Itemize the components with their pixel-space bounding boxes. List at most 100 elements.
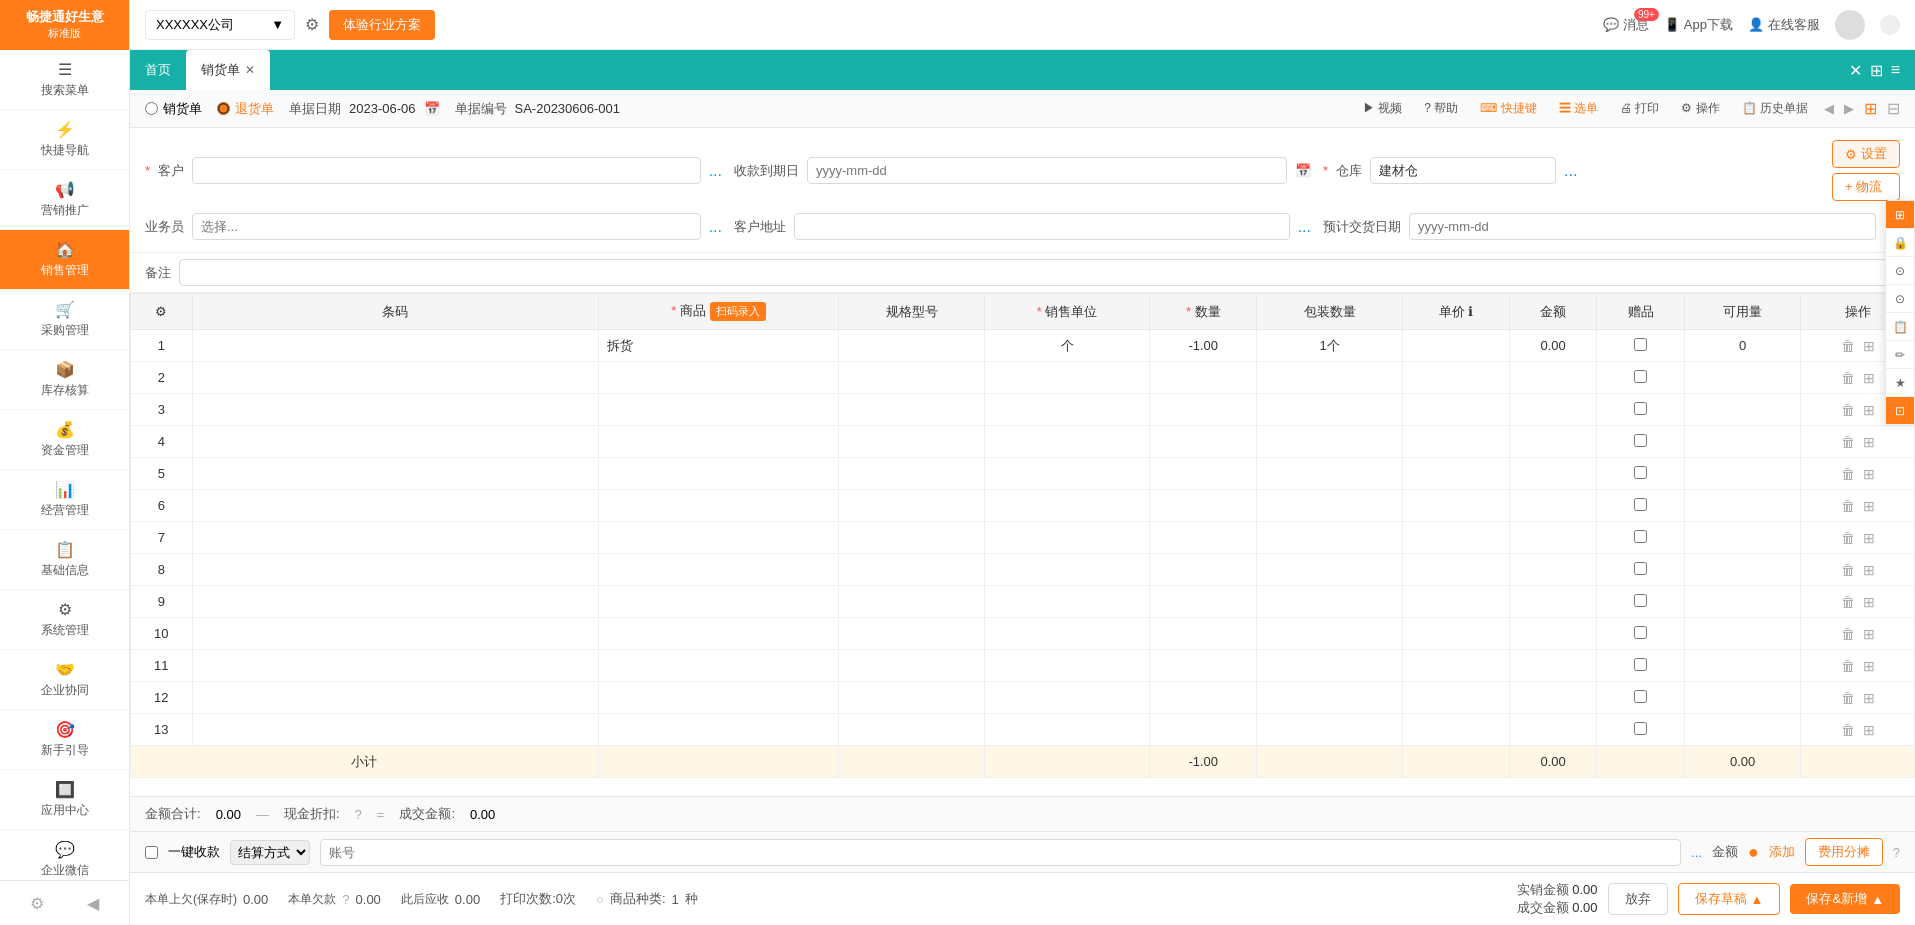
row-unit-price[interactable]	[1403, 618, 1510, 650]
row-quantity[interactable]	[1150, 426, 1257, 458]
salesperson-ellipsis-btn[interactable]: ...	[709, 218, 722, 236]
sidebar-item-快捷导航[interactable]: ⚡快捷导航	[0, 110, 129, 170]
close-tab-icon[interactable]: ✕	[245, 63, 255, 77]
copy-row-icon[interactable]: ⊞	[1863, 562, 1875, 578]
save-draft-button[interactable]: 保存草稿 ▲	[1678, 883, 1781, 915]
shortcut-btn[interactable]: ⌨ 快捷键	[1474, 98, 1542, 119]
list-view-btn-icon[interactable]: ⊟	[1887, 99, 1900, 118]
row-unit-price[interactable]	[1403, 554, 1510, 586]
row-gift[interactable]	[1597, 586, 1684, 618]
delete-row-icon[interactable]: 🗑	[1841, 530, 1855, 546]
row-barcode[interactable]	[192, 362, 598, 394]
row-amount[interactable]	[1509, 682, 1596, 714]
row-gift[interactable]	[1597, 362, 1684, 394]
row-product[interactable]	[598, 554, 839, 586]
sidebar-item-企业微信[interactable]: 💬企业微信	[0, 830, 129, 880]
row-quantity[interactable]	[1150, 618, 1257, 650]
payment-date-calendar-icon[interactable]: 📅	[1295, 163, 1311, 178]
row-unit-price[interactable]	[1403, 682, 1510, 714]
row-spec[interactable]	[839, 362, 985, 394]
customer-input[interactable]	[192, 157, 701, 184]
row-pack-qty[interactable]	[1257, 650, 1403, 682]
delete-row-icon[interactable]: 🗑	[1841, 498, 1855, 514]
settlement-select[interactable]: 结算方式	[230, 840, 310, 865]
remarks-input[interactable]	[179, 259, 1900, 286]
row-barcode[interactable]	[192, 554, 598, 586]
row-unit-price[interactable]	[1403, 490, 1510, 522]
delete-row-icon[interactable]: 🗑	[1841, 338, 1855, 354]
row-spec[interactable]	[839, 426, 985, 458]
copy-row-icon[interactable]: ⊞	[1863, 530, 1875, 546]
grid-view-icon[interactable]: ⊞	[1870, 61, 1883, 80]
row-product[interactable]	[598, 586, 839, 618]
float-btn-7[interactable]: ★	[1886, 369, 1914, 397]
history-btn[interactable]: 📋 历史单据	[1736, 98, 1814, 119]
sidebar-item-采购管理[interactable]: 🛒采购管理	[0, 290, 129, 350]
float-btn-6[interactable]: ✏	[1886, 341, 1914, 369]
fee-help-icon[interactable]: ?	[1893, 845, 1900, 860]
row-product[interactable]	[598, 650, 839, 682]
row-amount[interactable]	[1509, 490, 1596, 522]
close-window-icon[interactable]: ✕	[1849, 61, 1862, 80]
float-btn-3[interactable]: ⊙	[1886, 257, 1914, 285]
row-pack-qty[interactable]	[1257, 490, 1403, 522]
copy-row-icon[interactable]: ⊞	[1863, 658, 1875, 674]
row-gift[interactable]	[1597, 330, 1684, 362]
row-gift[interactable]	[1597, 458, 1684, 490]
sidebar-item-销售管理[interactable]: 🏠销售管理	[0, 230, 129, 290]
row-gift[interactable]	[1597, 554, 1684, 586]
add-label[interactable]: 添加	[1769, 843, 1795, 861]
product-type-icon[interactable]: ○	[596, 892, 604, 907]
row-unit[interactable]	[985, 714, 1150, 746]
row-quantity[interactable]	[1150, 458, 1257, 490]
row-spec[interactable]	[839, 682, 985, 714]
row-quantity[interactable]	[1150, 650, 1257, 682]
row-barcode[interactable]	[192, 426, 598, 458]
row-gift[interactable]	[1597, 426, 1684, 458]
row-unit[interactable]	[985, 554, 1150, 586]
row-unit[interactable]	[985, 522, 1150, 554]
row-unit[interactable]	[985, 618, 1150, 650]
sidebar-item-库存核算[interactable]: 📦库存核算	[0, 350, 129, 410]
row-product[interactable]	[598, 618, 839, 650]
copy-row-icon[interactable]: ⊞	[1863, 626, 1875, 642]
row-gift[interactable]	[1597, 394, 1684, 426]
sidebar-item-资金管理[interactable]: 💰资金管理	[0, 410, 129, 470]
copy-row-icon[interactable]: ⊞	[1863, 370, 1875, 386]
copy-row-icon[interactable]: ⊞	[1863, 466, 1875, 482]
row-amount[interactable]	[1509, 618, 1596, 650]
video-btn[interactable]: ▶ 视频	[1357, 98, 1408, 119]
delete-row-icon[interactable]: 🗑	[1841, 434, 1855, 450]
row-amount[interactable]	[1509, 714, 1596, 746]
row-barcode[interactable]	[192, 714, 598, 746]
row-quantity[interactable]	[1150, 362, 1257, 394]
row-barcode[interactable]	[192, 522, 598, 554]
sidebar-settings-icon[interactable]: ⚙	[30, 894, 44, 913]
row-amount[interactable]	[1509, 394, 1596, 426]
company-selector[interactable]: XXXXXX公司 ▼	[145, 10, 295, 40]
row-unit-price[interactable]	[1403, 650, 1510, 682]
row-pack-qty[interactable]	[1257, 426, 1403, 458]
row-spec[interactable]	[839, 522, 985, 554]
row-unit-price[interactable]	[1403, 714, 1510, 746]
row-spec[interactable]	[839, 554, 985, 586]
copy-row-icon[interactable]: ⊞	[1863, 338, 1875, 354]
row-spec[interactable]	[839, 650, 985, 682]
row-barcode[interactable]	[192, 330, 598, 362]
row-gift[interactable]	[1597, 650, 1684, 682]
sidebar-item-应用中心[interactable]: 🔲应用中心	[0, 770, 129, 830]
row-amount[interactable]	[1509, 458, 1596, 490]
row-pack-qty[interactable]	[1257, 682, 1403, 714]
float-btn-1[interactable]: ⊞	[1886, 201, 1914, 229]
row-unit-price[interactable]	[1403, 458, 1510, 490]
row-pack-qty[interactable]	[1257, 522, 1403, 554]
row-spec[interactable]	[839, 490, 985, 522]
row-quantity[interactable]	[1150, 682, 1257, 714]
row-quantity[interactable]	[1150, 490, 1257, 522]
scan-btn[interactable]: 扫码录入	[710, 302, 766, 321]
fee-split-btn[interactable]: 费用分摊	[1805, 838, 1883, 866]
copy-row-icon[interactable]: ⊞	[1863, 434, 1875, 450]
sidebar-item-新手引导[interactable]: 🎯新手引导	[0, 710, 129, 770]
delete-row-icon[interactable]: 🗑	[1841, 402, 1855, 418]
one-click-checkbox[interactable]	[145, 846, 158, 859]
